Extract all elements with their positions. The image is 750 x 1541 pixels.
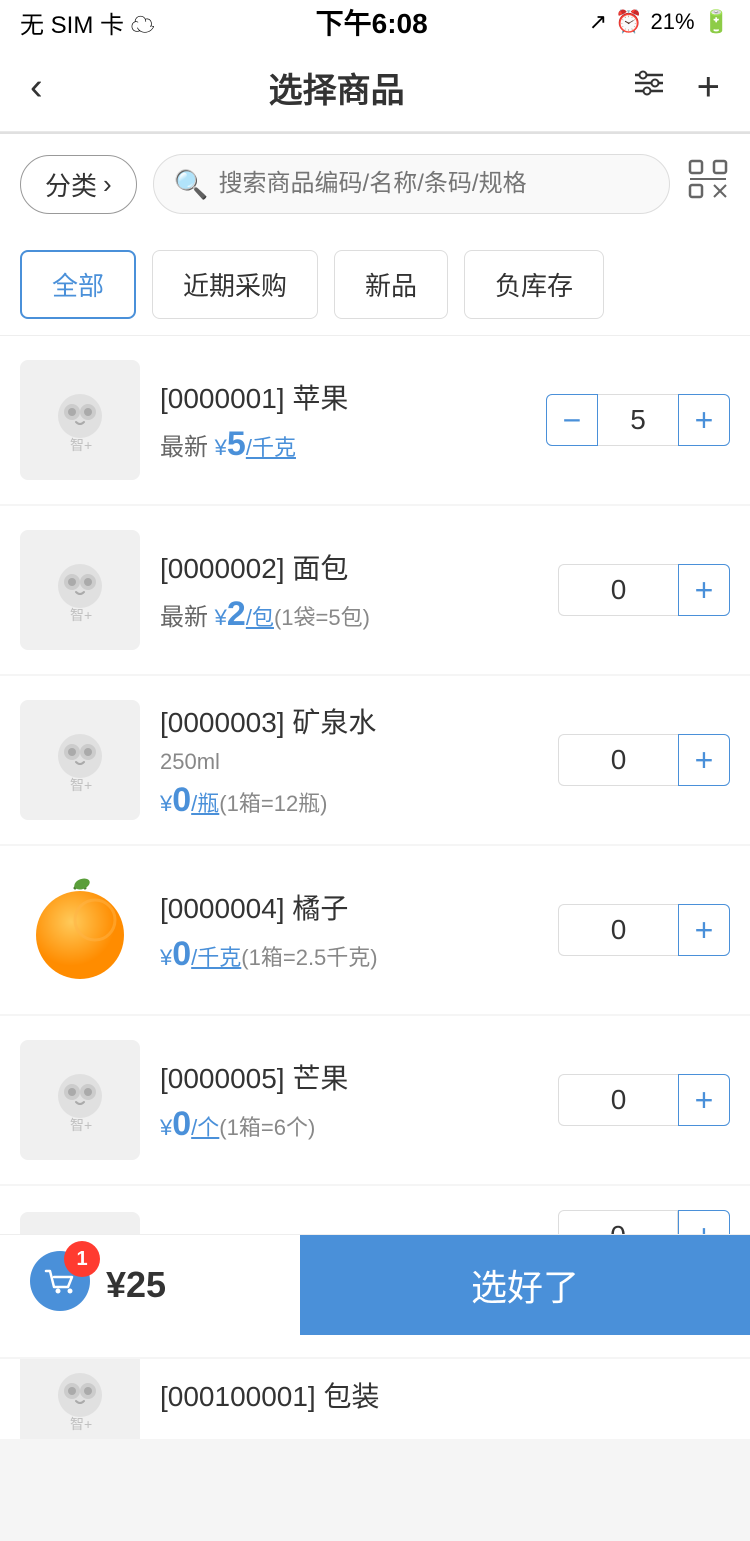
alarm-icon: ⏰ xyxy=(615,9,642,35)
quantity-input[interactable] xyxy=(558,564,678,616)
status-left: 无 SIM 卡 ☁ xyxy=(20,5,155,40)
category-button[interactable]: 分类 › xyxy=(20,155,137,214)
product-image: 智+ xyxy=(20,1040,140,1160)
search-icon: 🔍 xyxy=(174,168,209,201)
quantity-control: + xyxy=(558,564,730,616)
quantity-control: + xyxy=(558,1074,730,1126)
confirm-button[interactable]: 选好了 xyxy=(300,1235,750,1335)
product-price: 最新 ¥2/包(1袋=5包) xyxy=(160,595,538,634)
quantity-increment[interactable]: + xyxy=(678,734,730,786)
product-name: [000100001] 包装 xyxy=(160,1375,730,1415)
quantity-control: − + xyxy=(546,394,730,446)
product-image xyxy=(20,870,140,990)
quantity-input[interactable] xyxy=(598,394,678,446)
page-title: 选择商品 xyxy=(269,63,405,112)
quantity-input[interactable] xyxy=(558,1074,678,1126)
quantity-control: + xyxy=(558,734,730,786)
status-time: 下午6:08 xyxy=(316,2,428,42)
quantity-decrement[interactable]: − xyxy=(546,394,598,446)
product-price: 最新 ¥5/千克 xyxy=(160,425,526,464)
quantity-increment[interactable]: + xyxy=(678,904,730,956)
tab-negative[interactable]: 负库存 xyxy=(464,250,604,319)
product-price: ¥0/个(1箱=6个) xyxy=(160,1105,538,1144)
product-price: ¥0/千克(1箱=2.5千克) xyxy=(160,935,538,974)
product-spec: 250ml xyxy=(160,749,538,775)
status-right: ↗ ⏰ 21% 🔋 xyxy=(589,9,730,35)
svg-text:智+: 智+ xyxy=(70,1416,92,1432)
filter-icon[interactable] xyxy=(631,65,667,110)
svg-text:智+: 智+ xyxy=(70,607,92,623)
product-image: 智+ xyxy=(20,700,140,820)
product-info: [0000005] 芒果 ¥0/个(1箱=6个) xyxy=(160,1057,538,1144)
quantity-increment[interactable]: + xyxy=(678,1074,730,1126)
svg-text:智+: 智+ xyxy=(70,777,92,793)
filter-bar: 分类 › 🔍 xyxy=(0,134,750,234)
list-item: 智+ [0000002] 面包 最新 ¥2/包(1袋=5包) + xyxy=(0,506,750,674)
list-item: [0000004] 橘子 ¥0/千克(1箱=2.5千克) + xyxy=(0,846,750,1014)
nav-bar: ‹ 选择商品 + xyxy=(0,44,750,132)
quantity-input[interactable] xyxy=(558,734,678,786)
quantity-input[interactable] xyxy=(558,904,678,956)
quantity-increment[interactable]: + xyxy=(678,564,730,616)
scan-icon[interactable] xyxy=(686,157,730,211)
product-image: 智+ xyxy=(20,530,140,650)
cart-total: ¥25 xyxy=(106,1264,166,1306)
quantity-increment[interactable]: + xyxy=(678,394,730,446)
list-item: 智+ [000100001] 包装 xyxy=(0,1359,750,1439)
location-icon: ↗ xyxy=(589,9,607,35)
product-image: 智+ xyxy=(20,1359,140,1439)
product-name: [0000003] 矿泉水 xyxy=(160,701,538,741)
cart-badge: 1 xyxy=(64,1241,100,1277)
chevron-icon: › xyxy=(103,169,112,200)
cart-button[interactable]: 1 xyxy=(30,1251,90,1318)
product-info: [0000003] 矿泉水 250ml ¥0/瓶(1箱=12瓶) xyxy=(160,701,538,820)
product-price: ¥0/瓶(1箱=12瓶) xyxy=(160,781,538,820)
product-image: 智+ xyxy=(20,360,140,480)
search-box: 🔍 xyxy=(153,154,670,214)
quantity-control: + xyxy=(558,904,730,956)
back-button[interactable]: ‹ xyxy=(30,66,43,109)
product-info: [0000002] 面包 最新 ¥2/包(1袋=5包) xyxy=(160,547,538,634)
svg-text:智+: 智+ xyxy=(70,1117,92,1133)
product-name: [0000002] 面包 xyxy=(160,547,538,587)
product-name: [0000004] 橘子 xyxy=(160,887,538,927)
bottom-bar: 1 ¥25 选好了 xyxy=(0,1234,750,1334)
category-label: 分类 xyxy=(45,166,97,203)
nav-actions: + xyxy=(631,65,720,110)
tab-recent[interactable]: 近期采购 xyxy=(152,250,318,319)
battery-text: 21% xyxy=(651,9,695,35)
tab-new[interactable]: 新品 xyxy=(334,250,448,319)
tabs-bar: 全部近期采购新品负库存 xyxy=(0,234,750,336)
signal-text: 无 SIM 卡 ☁ xyxy=(20,5,155,40)
product-info: [0000001] 苹果 最新 ¥5/千克 xyxy=(160,377,526,464)
list-item: 智+ [0000001] 苹果 最新 ¥5/千克 − + xyxy=(0,336,750,504)
product-name: [0000005] 芒果 xyxy=(160,1057,538,1097)
search-input[interactable] xyxy=(219,170,649,198)
product-name: [0000001] 苹果 xyxy=(160,377,526,417)
svg-text:智+: 智+ xyxy=(70,437,92,453)
list-item: 智+ [0000003] 矿泉水 250ml ¥0/瓶(1箱=12瓶) + xyxy=(0,676,750,844)
tab-all[interactable]: 全部 xyxy=(20,250,136,319)
cart-section: 1 ¥25 xyxy=(0,1251,300,1318)
list-item: 智+ [0000005] 芒果 ¥0/个(1箱=6个) + xyxy=(0,1016,750,1184)
status-bar: 无 SIM 卡 ☁ 下午6:08 ↗ ⏰ 21% 🔋 xyxy=(0,0,750,44)
product-info: [000100001] 包装 xyxy=(160,1375,730,1423)
add-button[interactable]: + xyxy=(697,65,720,110)
product-info: [0000004] 橘子 ¥0/千克(1箱=2.5千克) xyxy=(160,887,538,974)
battery-icon: 🔋 xyxy=(703,9,730,35)
